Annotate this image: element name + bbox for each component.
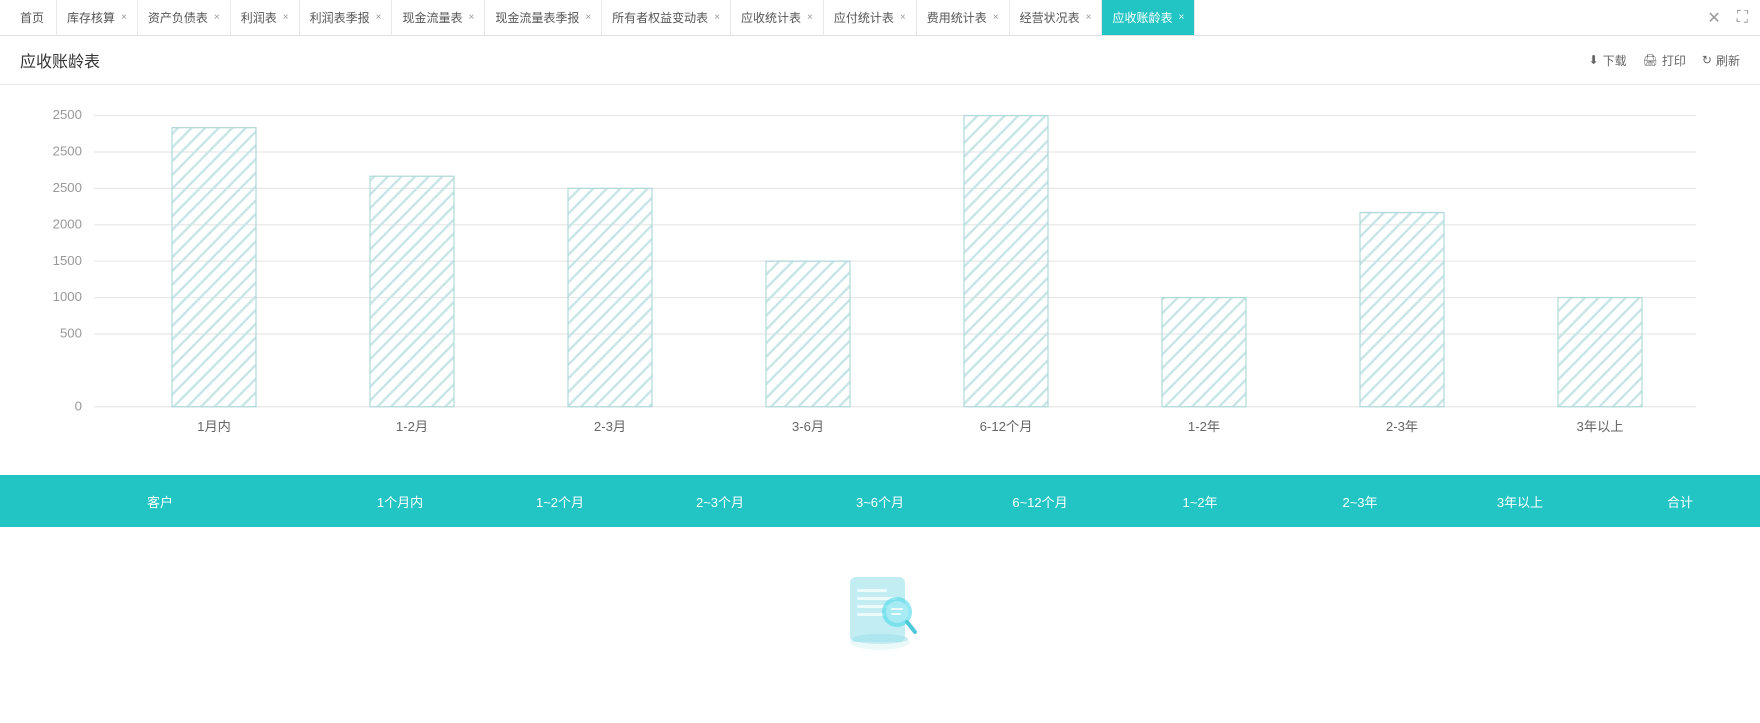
refresh-button[interactable]: ↻ 刷新: [1702, 52, 1740, 69]
page-header: 应收账龄表 ⬇ 下载 🖨 打印 ↻ 刷新: [0, 36, 1760, 85]
tab-balance-close[interactable]: ×: [214, 12, 220, 23]
tab-inventory[interactable]: 库存核算 ×: [57, 0, 138, 36]
tab-payable-stat-close[interactable]: ×: [900, 12, 906, 23]
download-label: 下载: [1603, 52, 1627, 69]
table-header: 客户 1个月内 1~2个月 2~3个月 3~6个月 6~12个月 1~2年 2~…: [0, 475, 1760, 527]
col-header-6-12m: 6~12个月: [960, 492, 1120, 511]
svg-text:1000: 1000: [53, 289, 82, 304]
page-title: 应收账龄表: [20, 48, 100, 72]
col-header-1m: 1个月内: [320, 492, 480, 511]
header-actions: ⬇ 下载 🖨 打印 ↻ 刷新: [1589, 52, 1740, 69]
tab-inventory-label: 库存核算: [67, 9, 115, 26]
tab-balance[interactable]: 资产负债表 ×: [138, 0, 231, 36]
tab-equity[interactable]: 所有者权益变动表 ×: [602, 0, 731, 36]
bar-3: [568, 188, 652, 406]
svg-text:500: 500: [60, 326, 82, 341]
col-header-3-6m: 3~6个月: [800, 492, 960, 511]
bar-chart-svg: 2500 2500 2500 2000 1500 1000 500 0: [40, 101, 1720, 465]
refresh-icon: ↻: [1702, 53, 1712, 67]
tab-aging[interactable]: 应收账龄表 ×: [1102, 0, 1195, 36]
tab-payable-stat[interactable]: 应付统计表 ×: [824, 0, 917, 36]
bar-2: [370, 176, 454, 407]
tab-home[interactable]: 首页: [8, 0, 57, 36]
tab-inventory-close[interactable]: ×: [121, 12, 127, 23]
svg-text:2500: 2500: [53, 144, 82, 159]
svg-text:2500: 2500: [53, 180, 82, 195]
tab-equity-label: 所有者权益变动表: [612, 9, 708, 26]
tab-profit[interactable]: 利润表 ×: [231, 0, 300, 36]
refresh-label: 刷新: [1716, 52, 1740, 69]
bar-1: [172, 128, 256, 407]
col-header-1-2y: 1~2年: [1120, 492, 1280, 511]
tab-bar-right: ✕ ⛶: [1703, 8, 1752, 28]
tab-profit-quarter[interactable]: 利润表季报 ×: [300, 0, 393, 36]
svg-text:2-3月: 2-3月: [594, 419, 626, 434]
bar-8: [1558, 298, 1642, 407]
tab-operation-close[interactable]: ×: [1086, 12, 1092, 23]
svg-text:1-2月: 1-2月: [396, 419, 428, 434]
tab-profit-quarter-close[interactable]: ×: [376, 12, 382, 23]
tab-expense-stat[interactable]: 费用统计表 ×: [917, 0, 1010, 36]
table-body: [0, 527, 1760, 723]
svg-text:2-3年: 2-3年: [1386, 419, 1418, 434]
svg-text:1-2年: 1-2年: [1188, 419, 1220, 434]
tab-equity-close[interactable]: ×: [714, 12, 720, 23]
col-header-2-3m: 2~3个月: [640, 492, 800, 511]
svg-text:1月内: 1月内: [197, 419, 231, 434]
download-button[interactable]: ⬇ 下载: [1589, 52, 1627, 69]
tab-aging-label: 应收账龄表: [1112, 9, 1172, 26]
bar-5: [964, 116, 1048, 407]
tab-receivable-stat[interactable]: 应收统计表 ×: [731, 0, 824, 36]
tab-bar: 首页 库存核算 × 资产负债表 × 利润表 × 利润表季报 × 现金流量表 × …: [0, 0, 1760, 36]
tab-cashflow[interactable]: 现金流量表 ×: [392, 0, 485, 36]
tab-cashflow-label: 现金流量表: [402, 9, 462, 26]
tab-cashflow-close[interactable]: ×: [468, 12, 474, 23]
tab-payable-stat-label: 应付统计表: [834, 9, 894, 26]
tab-cashflow-quarter[interactable]: 现金流量表季报 ×: [485, 0, 602, 36]
empty-state: [825, 547, 935, 657]
svg-text:3-6月: 3-6月: [792, 419, 824, 434]
tab-receivable-stat-label: 应收统计表: [741, 9, 801, 26]
svg-text:2000: 2000: [53, 216, 82, 231]
bar-7: [1360, 213, 1444, 407]
empty-illustration: [825, 557, 935, 657]
col-header-customer: 客户: [0, 492, 320, 511]
svg-text:6-12个月: 6-12个月: [980, 419, 1033, 434]
svg-text:3年以上: 3年以上: [1577, 419, 1624, 434]
tab-profit-close[interactable]: ×: [283, 12, 289, 23]
tab-expense-stat-label: 费用统计表: [927, 9, 987, 26]
tab-receivable-stat-close[interactable]: ×: [807, 12, 813, 23]
download-icon: ⬇: [1589, 53, 1599, 67]
svg-text:2500: 2500: [53, 107, 82, 122]
tab-aging-close[interactable]: ×: [1178, 12, 1184, 23]
tab-operation-label: 经营状况表: [1020, 9, 1080, 26]
print-icon: 🖨: [1643, 53, 1658, 67]
print-button[interactable]: 🖨 打印: [1643, 52, 1686, 69]
bar-4: [766, 261, 850, 407]
print-label: 打印: [1662, 52, 1686, 69]
tab-profit-label: 利润表: [241, 9, 277, 26]
tab-cashflow-quarter-close[interactable]: ×: [585, 12, 591, 23]
tab-operation[interactable]: 经营状况表 ×: [1010, 0, 1103, 36]
svg-text:0: 0: [75, 398, 82, 413]
window-close-icon[interactable]: ✕: [1703, 8, 1724, 28]
col-header-total: 合计: [1600, 492, 1760, 511]
tab-balance-label: 资产负债表: [148, 9, 208, 26]
chart-area: 2500 2500 2500 2000 1500 1000 500 0: [0, 85, 1760, 475]
tab-expense-stat-close[interactable]: ×: [993, 12, 999, 23]
bar-6: [1162, 298, 1246, 407]
window-maximize-icon[interactable]: ⛶: [1733, 9, 1752, 27]
svg-text:1500: 1500: [53, 253, 82, 268]
tab-profit-quarter-label: 利润表季报: [310, 9, 370, 26]
tab-cashflow-quarter-label: 现金流量表季报: [495, 9, 579, 26]
main-content: 2500 2500 2500 2000 1500 1000 500 0: [0, 85, 1760, 723]
col-header-3y-plus: 3年以上: [1440, 492, 1600, 511]
col-header-2-3y: 2~3年: [1280, 492, 1440, 511]
col-header-1-2m: 1~2个月: [480, 492, 640, 511]
